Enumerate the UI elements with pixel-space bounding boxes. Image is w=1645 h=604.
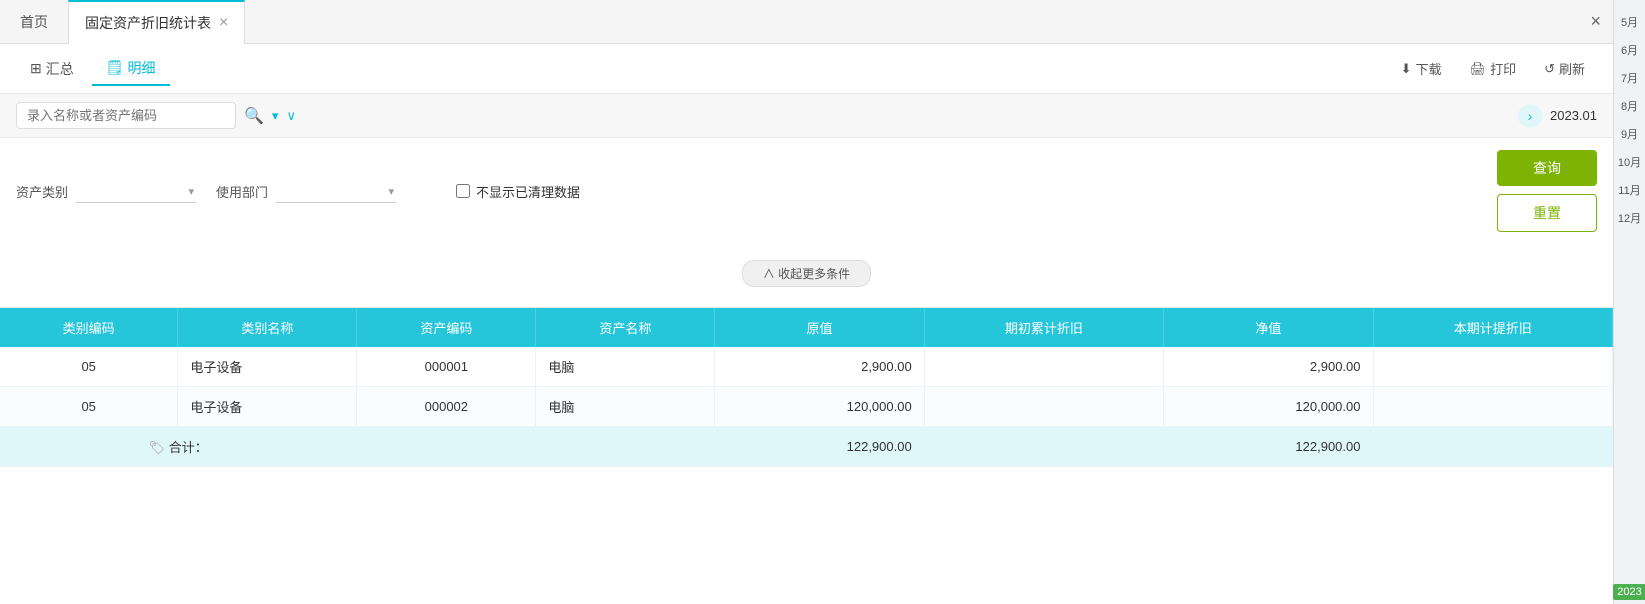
exclude-cleared-checkbox[interactable] [456, 184, 470, 198]
query-button[interactable]: 查询 [1497, 150, 1597, 186]
table-header-row: 类别编码 类别名称 资产编码 资产名称 原值 期初累计折旧 净值 本期计提折旧 [0, 308, 1613, 347]
asset-type-label: 资产类别 [16, 182, 68, 201]
cell-accumulated-dep [924, 387, 1163, 427]
sidebar-month-item[interactable]: 10月 [1614, 148, 1645, 176]
total-original-value: 122,900.00 [715, 427, 924, 467]
col-accumulated-dep: 期初累计折旧 [924, 308, 1163, 347]
print-icon: 🖨 [1470, 61, 1487, 77]
sidebar-month-item[interactable]: 12月 [1614, 204, 1645, 232]
refresh-button[interactable]: ↺ 刷新 [1532, 53, 1597, 84]
dept-label: 使用部门 [216, 182, 268, 201]
table-row: 05 电子设备 000002 电脑 120,000.00 120,000.00 [0, 387, 1613, 427]
dept-select-wrapper [276, 179, 396, 203]
exclude-cleared-filter: 不显示已清理数据 [456, 182, 580, 201]
cell-original-value: 120,000.00 [715, 387, 924, 427]
detail-label: 明细 [128, 58, 156, 78]
col-category-code: 类别编码 [0, 308, 178, 347]
total-net-value: 122,900.00 [1164, 427, 1373, 467]
col-category-name: 类别名称 [178, 308, 357, 347]
total-spacer2 [536, 427, 715, 467]
dept-select[interactable] [276, 179, 396, 203]
col-net-value: 净值 [1164, 308, 1373, 347]
sidebar-month-item[interactable]: 7月 [1614, 64, 1645, 92]
table-container: 类别编码 类别名称 资产编码 资产名称 原值 期初累计折旧 净值 本期计提折旧 … [0, 308, 1613, 604]
sidebar-month-item[interactable]: 11月 [1614, 176, 1645, 204]
detail-icon: 🗒 [106, 59, 124, 76]
cell-current-dep [1373, 387, 1613, 427]
window-close-button[interactable]: × [1590, 11, 1601, 32]
asset-type-filter: 资产类别 [16, 179, 196, 203]
summary-tab-button[interactable]: ⊞ 汇总 [16, 53, 88, 85]
download-icon: ⬇ [1401, 61, 1412, 77]
tab-active[interactable]: 固定资产折旧统计表 × [68, 0, 245, 44]
chevron-down-icon: ∨ [286, 108, 296, 124]
summary-label: 汇总 [46, 59, 74, 79]
cell-asset-code: 000001 [357, 347, 536, 387]
filter-actions: 查询 重置 [1497, 150, 1597, 232]
nav-right-arrow[interactable]: › [1518, 104, 1542, 128]
summary-icon: ⊞ [30, 60, 42, 77]
total-current-dep [1373, 427, 1613, 467]
cell-category-name: 电子设备 [178, 347, 357, 387]
asset-type-select[interactable] [76, 179, 196, 203]
right-sidebar: 5月6月7月8月9月10月11月12月 2023 [1613, 0, 1645, 604]
search-bar: 🔍 ▾ ∨ › 2023.01 [0, 94, 1613, 138]
col-asset-code: 资产编码 [357, 308, 536, 347]
cell-accumulated-dep [924, 347, 1163, 387]
tab-active-label: 固定资产折旧统计表 [85, 13, 211, 33]
cell-net-value: 2,900.00 [1164, 347, 1373, 387]
date-display: 2023.01 [1550, 108, 1597, 123]
print-label: 打印 [1490, 59, 1516, 78]
sidebar-month-item[interactable]: 8月 [1614, 92, 1645, 120]
search-input[interactable] [16, 102, 236, 129]
reset-button[interactable]: 重置 [1497, 194, 1597, 232]
total-label-cell: 🏷 合计： [0, 427, 357, 467]
table-row: 05 电子设备 000001 电脑 2,900.00 2,900.00 [0, 347, 1613, 387]
cell-category-code: 05 [0, 347, 178, 387]
download-label: 下载 [1416, 59, 1442, 78]
toolbar: ⊞ 汇总 🗒 明细 ⬇ 下载 🖨 打印 ↺ 刷新 [0, 44, 1613, 94]
cell-asset-code: 000002 [357, 387, 536, 427]
sidebar-month-item[interactable]: 5月 [1614, 8, 1645, 36]
asset-type-select-wrapper [76, 179, 196, 203]
filter-icon: ▾ [272, 108, 279, 124]
download-button[interactable]: ⬇ 下载 [1389, 53, 1454, 84]
tab-home[interactable]: 首页 [0, 0, 68, 44]
exclude-cleared-label: 不显示已清理数据 [476, 182, 580, 201]
col-current-dep: 本期计提折旧 [1373, 308, 1613, 347]
cell-current-dep [1373, 347, 1613, 387]
cell-net-value: 120,000.00 [1164, 387, 1373, 427]
cell-asset-name: 电脑 [536, 347, 715, 387]
cell-asset-name: 电脑 [536, 387, 715, 427]
total-icon: 🏷 [149, 440, 166, 455]
refresh-label: 刷新 [1559, 59, 1585, 78]
dept-filter: 使用部门 [216, 179, 396, 203]
col-asset-name: 资产名称 [536, 308, 715, 347]
collapse-bar: ∧ 收起更多条件 [16, 252, 1597, 295]
more-filter-button[interactable]: ▾ ∨ [272, 108, 296, 124]
search-icon[interactable]: 🔍 [244, 106, 264, 126]
sidebar-month-item[interactable]: 9月 [1614, 120, 1645, 148]
filter-row-1: 资产类别 使用部门 不显示已清理数据 [16, 150, 1597, 232]
total-row: 🏷 合计： 122,900.00 122,900.00 [0, 427, 1613, 467]
collapse-button[interactable]: ∧ 收起更多条件 [742, 260, 871, 287]
total-accumulated-dep [924, 427, 1163, 467]
filter-panel: 资产类别 使用部门 不显示已清理数据 [0, 138, 1613, 308]
data-table: 类别编码 类别名称 资产编码 资产名称 原值 期初累计折旧 净值 本期计提折旧 … [0, 308, 1613, 467]
total-spacer1 [357, 427, 536, 467]
cell-category-name: 电子设备 [178, 387, 357, 427]
cell-category-code: 05 [0, 387, 178, 427]
year-badge: 2023 [1613, 584, 1645, 600]
cell-original-value: 2,900.00 [715, 347, 924, 387]
detail-tab-button[interactable]: 🗒 明细 [92, 52, 170, 86]
print-button[interactable]: 🖨 打印 [1458, 53, 1529, 84]
refresh-icon: ↺ [1544, 61, 1555, 77]
col-original-value: 原值 [715, 308, 924, 347]
tab-bar: 首页 固定资产折旧统计表 × × [0, 0, 1613, 44]
tab-close-icon[interactable]: × [219, 14, 228, 32]
sidebar-month-item[interactable]: 6月 [1614, 36, 1645, 64]
